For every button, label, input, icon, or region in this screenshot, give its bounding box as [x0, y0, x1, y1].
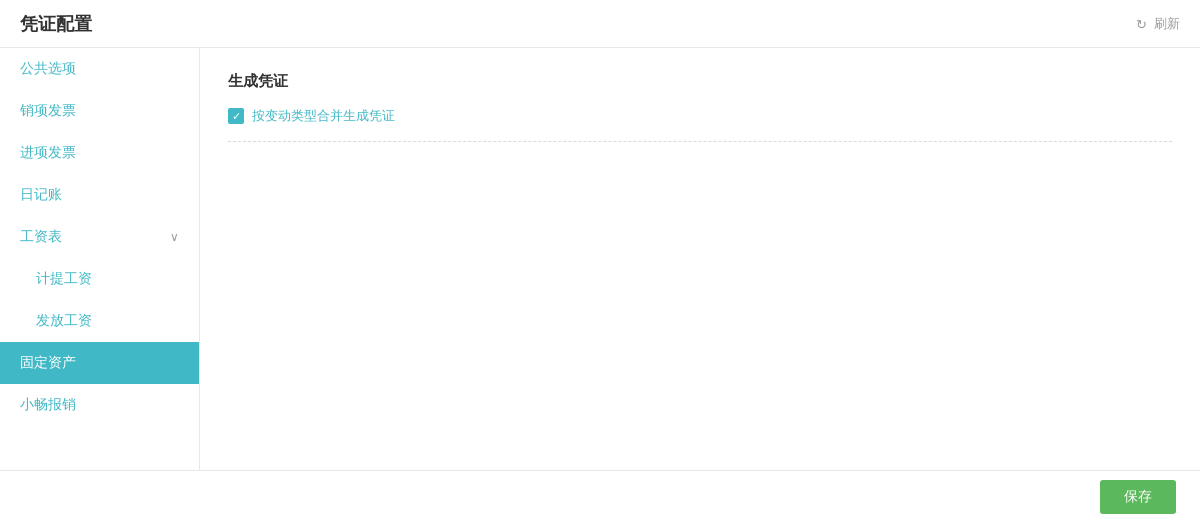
merge-voucher-row: ✓ 按变动类型合并生成凭证: [228, 107, 1172, 125]
sidebar-item-public-options[interactable]: 公共选项: [0, 48, 199, 90]
sidebar-item-purchase-invoice[interactable]: 进项发票: [0, 132, 199, 174]
merge-voucher-label: 按变动类型合并生成凭证: [252, 107, 395, 125]
sidebar-item-pay-salary[interactable]: 发放工资: [0, 300, 199, 342]
section-divider: [228, 141, 1172, 142]
footer: 保存: [0, 470, 1200, 522]
content-area: 生成凭证 ✓ 按变动类型合并生成凭证: [200, 48, 1200, 470]
sidebar-item-journal[interactable]: 日记账: [0, 174, 199, 216]
refresh-icon: ↻: [1136, 17, 1150, 31]
section-title: 生成凭证: [228, 72, 1172, 91]
sidebar-label-advance-salary: 计提工资: [36, 270, 92, 288]
checkmark-icon: ✓: [232, 111, 241, 122]
sidebar-item-petty-expense[interactable]: 小畅报销: [0, 384, 199, 426]
page-wrapper: 凭证配置 ↻ 刷新 公共选项销项发票进项发票日记账工资表 ∨ 计提工资发放工资固定资…: [0, 0, 1200, 522]
sidebar-label-fixed-assets: 固定资产: [20, 354, 76, 372]
sidebar-label-sales-invoice: 销项发票: [20, 102, 76, 120]
sidebar: 公共选项销项发票进项发票日记账工资表 ∨ 计提工资发放工资固定资产小畅报销: [0, 48, 200, 470]
sidebar-item-fixed-assets[interactable]: 固定资产: [0, 342, 199, 384]
sidebar-item-sales-invoice[interactable]: 销项发票: [0, 90, 199, 132]
sidebar-label-public-options: 公共选项: [20, 60, 76, 78]
sidebar-label-petty-expense: 小畅报销: [20, 396, 76, 414]
page-title: 凭证配置: [20, 12, 92, 36]
merge-voucher-checkbox[interactable]: ✓: [228, 108, 244, 124]
refresh-button[interactable]: ↻ 刷新: [1136, 15, 1180, 33]
sidebar-item-payroll[interactable]: 工资表 ∨: [0, 216, 199, 258]
sidebar-item-advance-salary[interactable]: 计提工资: [0, 258, 199, 300]
save-button[interactable]: 保存: [1100, 480, 1176, 514]
sidebar-label-pay-salary: 发放工资: [36, 312, 92, 330]
header: 凭证配置 ↻ 刷新: [0, 0, 1200, 48]
main-area: 公共选项销项发票进项发票日记账工资表 ∨ 计提工资发放工资固定资产小畅报销 生成凭证…: [0, 48, 1200, 470]
sidebar-label-journal: 日记账: [20, 186, 62, 204]
sidebar-label-payroll: 工资表: [20, 228, 62, 246]
chevron-down-icon: ∨: [170, 230, 179, 244]
sidebar-label-purchase-invoice: 进项发票: [20, 144, 76, 162]
refresh-label: 刷新: [1154, 15, 1180, 33]
